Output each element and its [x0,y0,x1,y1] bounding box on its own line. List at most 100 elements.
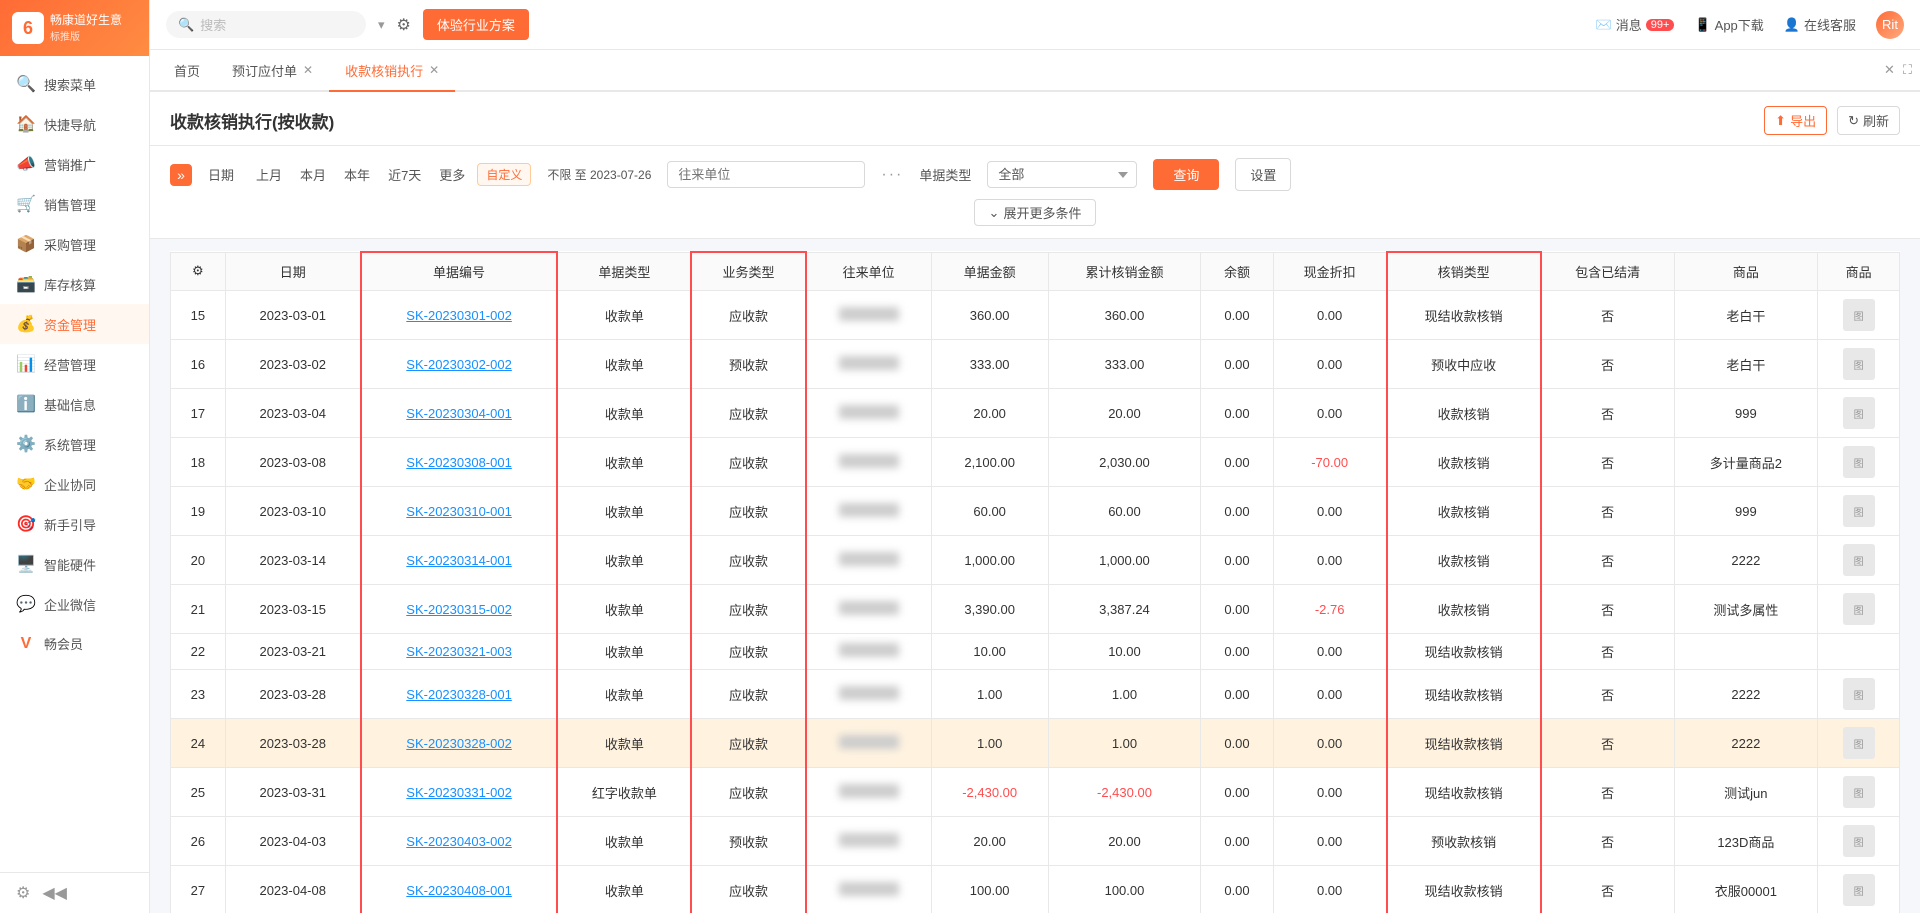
tab-prepay-invoice[interactable]: 预订应付单 ✕ [216,50,329,92]
export-button[interactable]: ⬆ 导出 [1764,106,1827,135]
cell-seq: 19 [171,487,226,536]
tab-close-all-icon[interactable]: ✕ [1884,62,1895,78]
cell-doc-no[interactable]: SK-20230408-001 [361,866,558,913]
cell-date: 2023-03-01 [225,291,361,340]
collapse-icon[interactable]: ◀◀ [42,883,67,903]
cell-doc-no[interactable]: SK-20230328-002 [361,719,558,768]
query-button[interactable]: 查询 [1153,159,1219,190]
cell-doc-no[interactable]: SK-20230331-002 [361,768,558,817]
sidebar-item-enterprise-collab[interactable]: 🤝 企业协同 [0,464,149,504]
cell-doc-no[interactable]: SK-20230304-001 [361,389,558,438]
sidebar-item-smart-hardware[interactable]: 🖥️ 智能硬件 [0,544,149,584]
topbar-search-box[interactable]: 🔍 搜索 [166,11,366,38]
cell-doc-no[interactable]: SK-20230403-002 [361,817,558,866]
cell-balance: 0.00 [1201,817,1273,866]
sidebar-item-inventory[interactable]: 🗃️ 库存核算 [0,264,149,304]
solution-button[interactable]: 体验行业方案 [423,9,529,40]
expand-more-button[interactable]: ⌄ 展开更多条件 [974,199,1097,226]
cell-writeoff-amount: 333.00 [1048,340,1201,389]
sidebar-item-operations[interactable]: 📊 经营管理 [0,344,149,384]
messages-label: 消息 [1616,15,1642,34]
sidebar-item-label: 库存核算 [44,275,96,294]
cell-doc-no[interactable]: SK-20230308-001 [361,438,558,487]
topbar-dropdown-arrow[interactable]: ▾ [378,17,385,33]
filter-expand-button[interactable]: » [170,164,192,186]
sidebar-item-label: 搜索菜单 [44,75,96,94]
cell-writeoff-type: 收款核销 [1387,536,1541,585]
cell-doc-no[interactable]: SK-20230321-003 [361,634,558,670]
filter-custom[interactable]: 自定义 [477,163,531,186]
cell-product2: 图 [1818,719,1900,768]
sidebar-item-label: 销售管理 [44,195,96,214]
filter-this-month[interactable]: 本月 [294,163,332,186]
cell-cash-discount: 0.00 [1273,291,1386,340]
filter-doc-type-select[interactable]: 全部 收款单 [987,161,1137,188]
sidebar-item-newbie[interactable]: 🎯 新手引导 [0,504,149,544]
cell-partner [806,389,932,438]
th-settings[interactable]: ⚙ [171,252,226,291]
cart-icon: 🛒 [16,194,36,214]
sidebar-item-label: 系统管理 [44,435,96,454]
cell-biz-type: 预收款 [691,817,805,866]
app-download-button[interactable]: 📱 App下载 [1694,15,1763,34]
cell-doc-no[interactable]: SK-20230328-001 [361,670,558,719]
tab-receipt-writeoff[interactable]: 收款核销执行 ✕ [329,50,455,92]
online-service-button[interactable]: 👤 在线客服 [1784,15,1856,34]
cell-doc-no[interactable]: SK-20230314-001 [361,536,558,585]
cell-date: 2023-03-15 [225,585,361,634]
filter-7days[interactable]: 近7天 [382,163,427,186]
sidebar-item-basic-info[interactable]: ℹ️ 基础信息 [0,384,149,424]
cell-biz-type: 应收款 [691,634,805,670]
tab-expand-icon[interactable]: ⛶ [1903,62,1912,78]
cell-date: 2023-03-28 [225,719,361,768]
sidebar-item-label: 畅会员 [44,634,83,653]
cell-doc-no[interactable]: SK-20230301-002 [361,291,558,340]
cell-balance: 0.00 [1201,291,1273,340]
sidebar-item-system[interactable]: ⚙️ 系统管理 [0,424,149,464]
filter-this-year[interactable]: 本年 [338,163,376,186]
cell-writeoff-type: 预收中应收 [1387,340,1541,389]
user-avatar[interactable]: Rit [1876,11,1904,39]
hardware-icon: 🖥️ [16,554,36,574]
messages-button[interactable]: ✉️ 消息 99+ [1596,15,1675,34]
filter-last-month[interactable]: 上月 [250,163,288,186]
sidebar-item-finance[interactable]: 💰 资金管理 [0,304,149,344]
logo-subtitle: 标推版 [50,28,122,43]
cell-partner [806,817,932,866]
topbar-gear-icon[interactable]: ⚙ [397,15,411,35]
filter-more[interactable]: 更多 [433,163,471,186]
tab-home[interactable]: 首页 [158,50,216,92]
sidebar-item-quick-nav[interactable]: 🏠 快捷导航 [0,104,149,144]
table-wrap: ⚙ 日期 单据编号 单据类型 业务类型 往来单位 单据金额 累计核销金额 余额 … [150,239,1920,913]
table-row: 192023-03-10SK-20230310-001收款单应收款60.0060… [171,487,1900,536]
sidebar-item-enterprise-wechat[interactable]: 💬 企业微信 [0,584,149,624]
th-product1: 商品 [1674,252,1818,291]
setting-button[interactable]: 设置 [1235,158,1291,191]
th-biz-type: 业务类型 [691,252,805,291]
cell-cash-discount: -70.00 [1273,438,1386,487]
refresh-button[interactable]: ↻ 刷新 [1837,106,1900,135]
filter-partner-input[interactable] [667,161,865,188]
cell-product1: 多计量商品2 [1674,438,1818,487]
sidebar-item-sales[interactable]: 🛒 销售管理 [0,184,149,224]
sidebar-item-label: 智能硬件 [44,555,96,574]
cell-writeoff-type: 收款核销 [1387,438,1541,487]
cell-cash-discount: 0.00 [1273,768,1386,817]
tab-receipt-close-icon[interactable]: ✕ [429,63,439,77]
cell-doc-no[interactable]: SK-20230315-002 [361,585,558,634]
cell-doc-type: 收款单 [557,866,691,913]
cell-doc-no[interactable]: SK-20230302-002 [361,340,558,389]
tab-prepay-close-icon[interactable]: ✕ [303,63,313,77]
sidebar-item-marketing[interactable]: 📣 营销推广 [0,144,149,184]
sidebar-item-search-menu[interactable]: 🔍 搜索菜单 [0,64,149,104]
cell-include-cleared: 否 [1541,768,1674,817]
settings-footer-icon[interactable]: ⚙ [16,883,30,903]
sidebar-item-label: 采购管理 [44,235,96,254]
sidebar-item-purchase[interactable]: 📦 采购管理 [0,224,149,264]
cell-product2: 图 [1818,866,1900,913]
cell-biz-type: 应收款 [691,768,805,817]
cell-doc-no[interactable]: SK-20230310-001 [361,487,558,536]
sidebar-item-vip[interactable]: V 畅会员 [0,624,149,663]
message-icon: ✉️ [1596,17,1612,33]
cell-biz-type: 应收款 [691,670,805,719]
